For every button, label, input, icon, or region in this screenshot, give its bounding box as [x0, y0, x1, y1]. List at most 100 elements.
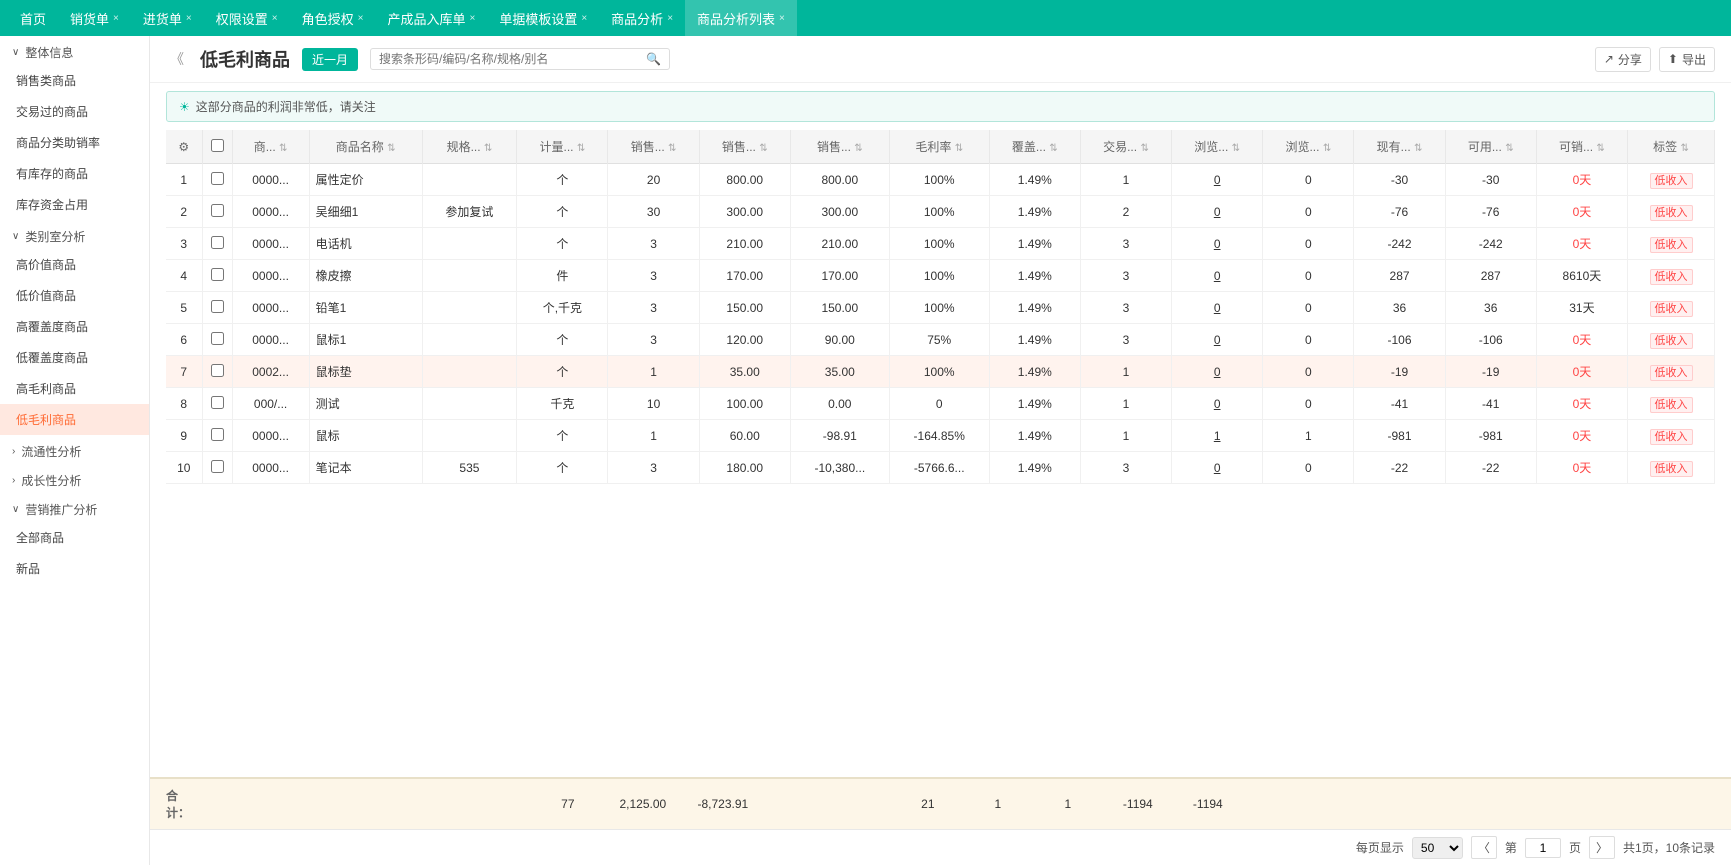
- row-browse1[interactable]: 0: [1172, 356, 1263, 388]
- sidebar-item-low-value[interactable]: 低价值商品: [0, 280, 149, 311]
- share-button[interactable]: ↗ 分享: [1595, 47, 1651, 72]
- sidebar-group-liquidity[interactable]: › 流通性分析: [0, 435, 149, 464]
- row-name[interactable]: 笔记本: [309, 452, 422, 484]
- row-checkbox[interactable]: [211, 300, 224, 313]
- row-name[interactable]: 橡皮擦: [309, 260, 422, 292]
- close-list-icon[interactable]: ×: [779, 13, 785, 24]
- row-browse1[interactable]: 0: [1172, 452, 1263, 484]
- sidebar-group-overall[interactable]: ∨ 整体信息: [0, 36, 149, 65]
- col-sale-price[interactable]: 销售... ⇅: [699, 130, 790, 164]
- nav-purchase[interactable]: 进货单 ×: [131, 0, 204, 36]
- sidebar-item-high-coverage[interactable]: 高覆盖度商品: [0, 311, 149, 342]
- row-browse1[interactable]: 0: [1172, 388, 1263, 420]
- row-name[interactable]: 鼠标: [309, 420, 422, 452]
- row-checkbox[interactable]: [211, 172, 224, 185]
- row-browse1[interactable]: 0: [1172, 228, 1263, 260]
- col-sale-amount[interactable]: 销售... ⇅: [790, 130, 889, 164]
- nav-home[interactable]: 首页: [8, 0, 58, 36]
- row-browse1[interactable]: 1: [1172, 420, 1263, 452]
- row-name[interactable]: 铅笔1: [309, 292, 422, 324]
- row-available: -19: [1445, 356, 1536, 388]
- row-gross-rate: 100%: [889, 228, 989, 260]
- sidebar-group-marketing[interactable]: ∨ 营销推广分析: [0, 493, 149, 522]
- date-filter-button[interactable]: 近一月: [302, 48, 358, 71]
- export-button[interactable]: ⬆ 导出: [1659, 47, 1715, 72]
- col-coverage[interactable]: 覆盖... ⇅: [989, 130, 1080, 164]
- close-product-icon[interactable]: ×: [469, 13, 475, 24]
- row-browse1[interactable]: 0: [1172, 260, 1263, 292]
- row-name[interactable]: 鼠标垫: [309, 356, 422, 388]
- row-browse1[interactable]: 0: [1172, 196, 1263, 228]
- next-page-button[interactable]: 〉: [1589, 836, 1615, 859]
- nav-permissions[interactable]: 权限设置 ×: [204, 0, 290, 36]
- sidebar-item-low-margin[interactable]: 低毛利商品: [0, 404, 149, 435]
- close-template-icon[interactable]: ×: [581, 13, 587, 24]
- col-name[interactable]: 商品名称 ⇅: [309, 130, 422, 164]
- row-name[interactable]: 电话机: [309, 228, 422, 260]
- nav-sales[interactable]: 销货单 ×: [58, 0, 131, 36]
- nav-goods-analysis-list[interactable]: 商品分析列表 ×: [685, 0, 797, 36]
- sidebar-item-traded-goods[interactable]: 交易过的商品: [0, 96, 149, 127]
- row-checkbox[interactable]: [211, 268, 224, 281]
- sidebar-item-capital[interactable]: 库存资金占用: [0, 189, 149, 220]
- row-spec: [422, 292, 517, 324]
- sidebar-collapse-button[interactable]: 《: [166, 49, 188, 69]
- col-available[interactable]: 可用... ⇅: [1445, 130, 1536, 164]
- prev-page-button[interactable]: 〈: [1471, 836, 1497, 859]
- close-sales-icon[interactable]: ×: [113, 13, 119, 24]
- row-spec: 535: [422, 452, 517, 484]
- row-available: -981: [1445, 420, 1536, 452]
- row-checkbox[interactable]: [211, 396, 224, 409]
- sidebar-group-category[interactable]: ∨ 类别室分析: [0, 220, 149, 249]
- col-settings[interactable]: ⚙: [166, 130, 202, 164]
- page-number-input[interactable]: [1525, 838, 1561, 858]
- sidebar-item-new-goods[interactable]: 新品: [0, 553, 149, 584]
- nav-role-auth[interactable]: 角色授权 ×: [290, 0, 376, 36]
- row-checkbox[interactable]: [211, 204, 224, 217]
- col-tag[interactable]: 标签 ⇅: [1628, 130, 1715, 164]
- col-saleable[interactable]: 可销... ⇅: [1536, 130, 1627, 164]
- sidebar-item-category-rate[interactable]: 商品分类助销率: [0, 127, 149, 158]
- sidebar-item-sales-goods[interactable]: 销售类商品: [0, 65, 149, 96]
- col-unit[interactable]: 计量... ⇅: [517, 130, 608, 164]
- row-checkbox[interactable]: [211, 428, 224, 441]
- search-icon[interactable]: 🔍: [646, 52, 661, 66]
- row-sale-price: 300.00: [699, 196, 790, 228]
- nav-product-in[interactable]: 产成品入库单 ×: [375, 0, 487, 36]
- close-purchase-icon[interactable]: ×: [186, 13, 192, 24]
- col-sale-qty[interactable]: 销售... ⇅: [608, 130, 699, 164]
- row-name[interactable]: 吴细细1: [309, 196, 422, 228]
- col-code[interactable]: 商... ⇅: [232, 130, 309, 164]
- col-browse1[interactable]: 浏览... ⇅: [1172, 130, 1263, 164]
- sidebar-item-high-margin[interactable]: 高毛利商品: [0, 373, 149, 404]
- col-browse2[interactable]: 浏览... ⇅: [1263, 130, 1354, 164]
- row-checkbox[interactable]: [211, 364, 224, 377]
- sidebar-group-growth[interactable]: › 成长性分析: [0, 464, 149, 493]
- sidebar-item-high-value[interactable]: 高价值商品: [0, 249, 149, 280]
- close-goods-icon[interactable]: ×: [667, 13, 673, 24]
- row-checkbox[interactable]: [211, 236, 224, 249]
- sidebar-item-inventory-goods[interactable]: 有库存的商品: [0, 158, 149, 189]
- row-checkbox[interactable]: [211, 332, 224, 345]
- col-gross-rate[interactable]: 毛利率 ⇅: [889, 130, 989, 164]
- close-role-icon[interactable]: ×: [358, 13, 364, 24]
- nav-template[interactable]: 单据模板设置 ×: [487, 0, 599, 36]
- search-input[interactable]: [379, 52, 642, 66]
- row-checkbox[interactable]: [211, 460, 224, 473]
- row-name[interactable]: 鼠标1: [309, 324, 422, 356]
- col-current[interactable]: 现有... ⇅: [1354, 130, 1445, 164]
- select-all-checkbox[interactable]: [211, 139, 224, 152]
- per-page-select[interactable]: 50 100 200: [1412, 837, 1463, 859]
- row-browse1[interactable]: 0: [1172, 164, 1263, 196]
- close-permissions-icon[interactable]: ×: [272, 13, 278, 24]
- nav-goods-analysis[interactable]: 商品分析 ×: [599, 0, 685, 36]
- row-name[interactable]: 测试: [309, 388, 422, 420]
- sidebar-item-low-coverage[interactable]: 低覆盖度商品: [0, 342, 149, 373]
- settings-icon[interactable]: ⚙: [178, 140, 189, 154]
- row-browse1[interactable]: 0: [1172, 292, 1263, 324]
- sidebar-item-all-goods[interactable]: 全部商品: [0, 522, 149, 553]
- row-browse1[interactable]: 0: [1172, 324, 1263, 356]
- row-name[interactable]: 属性定价: [309, 164, 422, 196]
- col-spec[interactable]: 规格... ⇅: [422, 130, 517, 164]
- col-trade[interactable]: 交易... ⇅: [1080, 130, 1171, 164]
